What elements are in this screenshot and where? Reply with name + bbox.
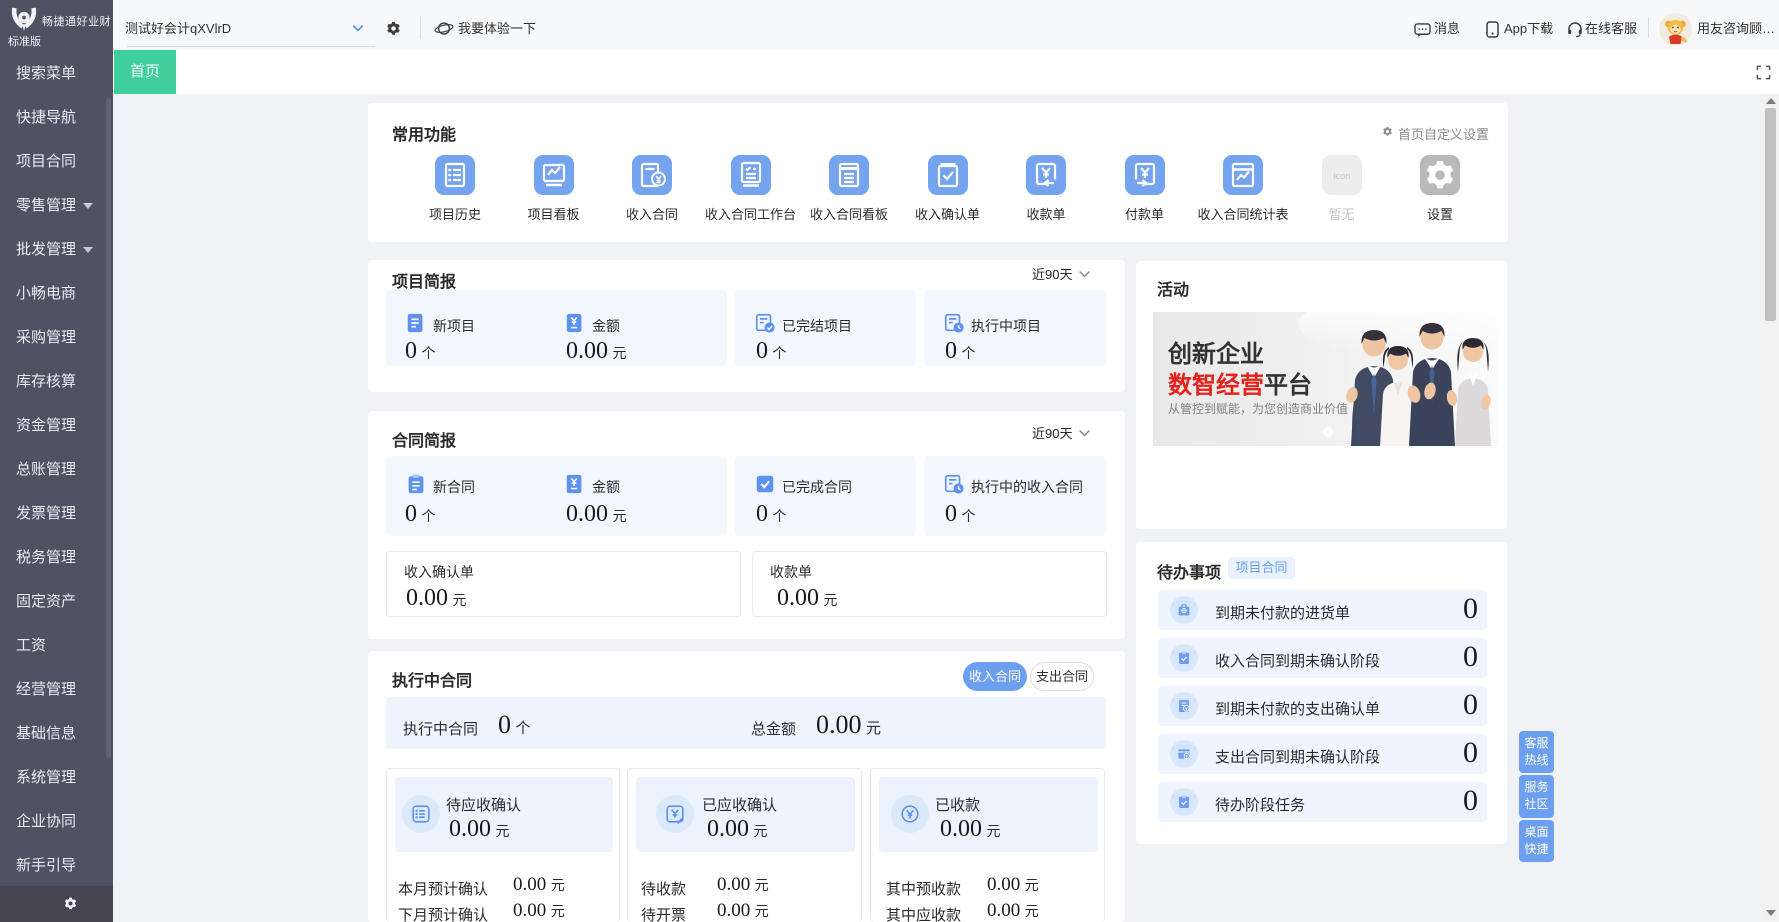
svg-text:icon: icon (1333, 171, 1350, 181)
